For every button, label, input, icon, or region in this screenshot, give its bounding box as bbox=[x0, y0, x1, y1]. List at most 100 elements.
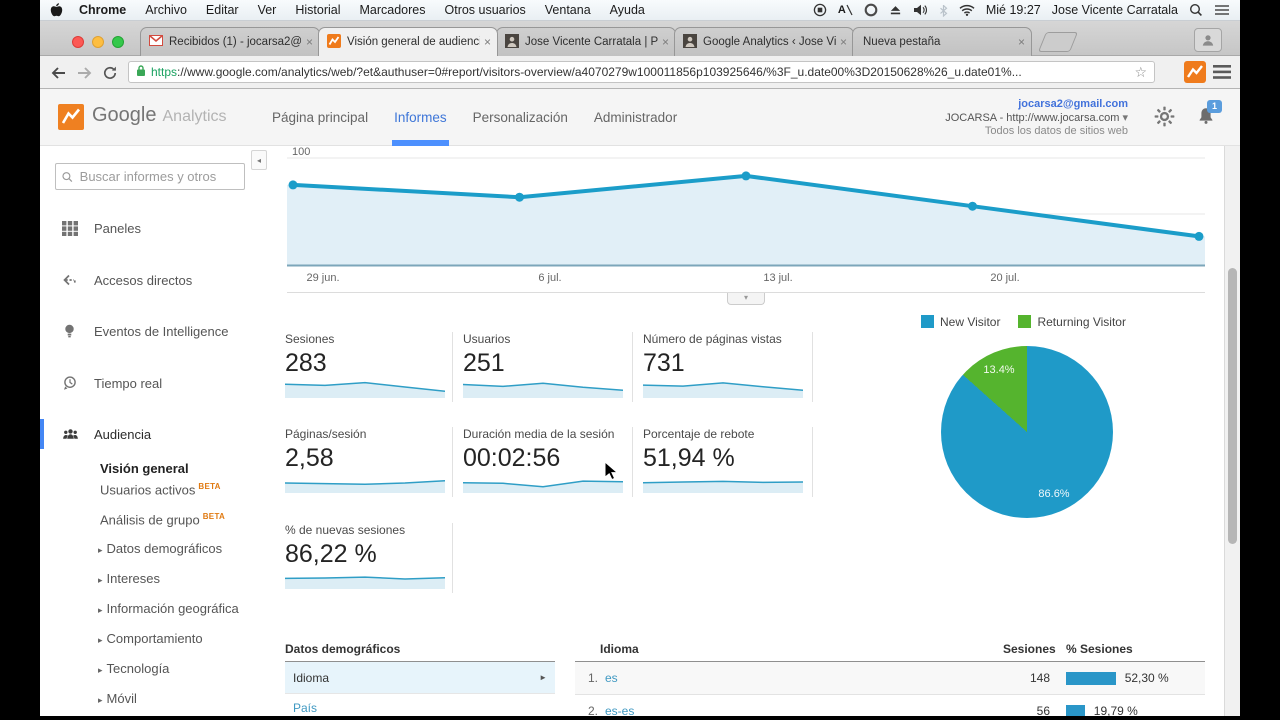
sidebar-item-audiencia[interactable]: Audiencia bbox=[40, 417, 284, 451]
table-row[interactable]: 2. es-es 56 19,79 % bbox=[575, 695, 1205, 716]
metric-nuevas-sesiones[interactable]: % de nuevas sesiones 86,22 % bbox=[285, 523, 445, 593]
metric-usuarios[interactable]: Usuarios 251 bbox=[463, 332, 623, 402]
menubar-clock[interactable]: Mié 19:27 bbox=[986, 3, 1041, 17]
avatar-favicon bbox=[505, 33, 519, 51]
notifications-bell-icon[interactable]: 1 bbox=[1196, 100, 1222, 131]
tab-analytics-overview[interactable]: Visión general de audienci × bbox=[318, 27, 498, 56]
menu-chrome[interactable]: Chrome bbox=[79, 3, 126, 17]
expander-icon: ▸ bbox=[98, 635, 103, 645]
volume-icon[interactable] bbox=[913, 4, 928, 16]
creative-cloud-icon[interactable] bbox=[864, 3, 878, 17]
subnav-comportamiento[interactable]: ▸ Comportamiento bbox=[40, 629, 284, 649]
report-search-box[interactable] bbox=[55, 163, 245, 190]
table-header-pct-sesiones[interactable]: % Sesiones bbox=[1066, 642, 1133, 656]
legend-new-visitor[interactable]: New Visitor bbox=[921, 315, 1000, 329]
tab-new-tab-page[interactable]: Nueva pestaña × bbox=[852, 27, 1032, 56]
metric-porcentaje-rebote[interactable]: Porcentaje de rebote 51,94 % bbox=[643, 427, 803, 497]
sessions-line-chart[interactable] bbox=[287, 148, 1205, 268]
bookmark-star-icon[interactable]: ☆ bbox=[1134, 64, 1147, 81]
close-window-button[interactable] bbox=[72, 36, 84, 48]
subnav-movil[interactable]: ▸ Móvil bbox=[40, 689, 284, 709]
table-header-sesiones[interactable]: Sesiones bbox=[1003, 642, 1056, 656]
row-language-link[interactable]: es-es bbox=[605, 704, 634, 716]
tab-title: Recibidos (1) - jocarsa2@g bbox=[169, 36, 302, 48]
search-input[interactable] bbox=[77, 168, 238, 185]
reload-button[interactable] bbox=[100, 63, 120, 83]
menu-otros-usuarios[interactable]: Otros usuarios bbox=[445, 3, 526, 17]
metric-duracion-sesion[interactable]: Duración media de la sesión 00:02:56 bbox=[463, 427, 623, 497]
subnav-usuarios-activos[interactable]: Usuarios activos BETA bbox=[40, 477, 284, 497]
nav-personalizacion[interactable]: Personalización bbox=[473, 89, 568, 146]
tab-close-icon[interactable]: × bbox=[1018, 35, 1025, 49]
eject-icon[interactable] bbox=[889, 4, 902, 16]
input-source-icon[interactable]: A bbox=[838, 4, 853, 16]
chrome-menu-icon[interactable] bbox=[1212, 63, 1232, 81]
page-scrollbar[interactable] bbox=[1224, 146, 1240, 716]
sidebar-item-tiempo-real[interactable]: Tiempo real bbox=[40, 366, 284, 400]
wifi-icon[interactable] bbox=[959, 4, 975, 16]
spotlight-icon[interactable] bbox=[1189, 3, 1203, 17]
minimize-window-button[interactable] bbox=[92, 36, 104, 48]
metric-separator bbox=[812, 332, 813, 402]
subnav-tecnologia[interactable]: ▸ Tecnología bbox=[40, 659, 284, 679]
subnav-analisis-grupo[interactable]: Análisis de grupo BETA bbox=[40, 507, 284, 527]
tab-analytics-home[interactable]: Google Analytics ‹ Jose Vic × bbox=[674, 27, 854, 56]
forward-button[interactable] bbox=[74, 63, 94, 83]
tab-close-icon[interactable]: × bbox=[840, 35, 847, 49]
metric-paginas-vistas[interactable]: Número de páginas vistas 731 bbox=[643, 332, 803, 402]
metric-paginas-sesion[interactable]: Páginas/sesión 2,58 bbox=[285, 427, 445, 497]
subnav-datos-demograficos[interactable]: ▸ Datos demográficos bbox=[40, 539, 284, 559]
metric-label: Duración media de la sesión bbox=[463, 427, 615, 441]
bluetooth-icon[interactable] bbox=[939, 4, 948, 17]
metric-sesiones[interactable]: Sesiones 283 bbox=[285, 332, 445, 402]
menu-ver[interactable]: Ver bbox=[258, 3, 277, 17]
sidebar-item-paneles[interactable]: Paneles bbox=[40, 211, 284, 245]
nav-informes[interactable]: Informes bbox=[392, 89, 449, 146]
settings-gear-icon[interactable] bbox=[1154, 106, 1175, 132]
account-selector[interactable]: jocarsa2@gmail.com JOCARSA - http://www.… bbox=[945, 98, 1128, 139]
menu-historial[interactable]: Historial bbox=[295, 3, 340, 17]
menu-ventana[interactable]: Ventana bbox=[545, 3, 591, 17]
tab-profile-page[interactable]: Jose Vicente Carratala | Pr × bbox=[496, 27, 676, 56]
scrollbar-thumb[interactable] bbox=[1228, 268, 1237, 544]
notification-center-icon[interactable] bbox=[1214, 4, 1230, 16]
tab-close-icon[interactable]: × bbox=[484, 35, 491, 49]
new-tab-button[interactable] bbox=[1037, 32, 1079, 52]
x-axis-label: 13 jul. bbox=[763, 272, 793, 284]
sidebar-item-eventos-intelligence[interactable]: Eventos de Intelligence bbox=[40, 314, 284, 348]
menu-editar[interactable]: Editar bbox=[206, 3, 239, 17]
tab-title: Visión general de audienci bbox=[347, 36, 480, 48]
screen-record-icon[interactable] bbox=[813, 3, 827, 17]
row-language-link[interactable]: es bbox=[605, 671, 618, 685]
legend-returning-visitor[interactable]: Returning Visitor bbox=[1018, 315, 1126, 329]
subnav-intereses[interactable]: ▸ Intereses bbox=[40, 569, 284, 589]
chart-expand-handle[interactable]: ▾ bbox=[727, 293, 765, 305]
nav-administrador[interactable]: Administrador bbox=[594, 89, 677, 146]
beta-badge: BETA bbox=[198, 482, 221, 491]
zoom-window-button[interactable] bbox=[112, 36, 124, 48]
analytics-extension-icon[interactable] bbox=[1184, 61, 1206, 83]
tab-close-icon[interactable]: × bbox=[662, 35, 669, 49]
table-row[interactable]: 1. es 148 52,30 % bbox=[575, 662, 1205, 695]
ga-logo[interactable]: Google Analytics bbox=[58, 104, 227, 130]
menu-marcadores[interactable]: Marcadores bbox=[360, 3, 426, 17]
browser-profile-button[interactable] bbox=[1194, 28, 1222, 52]
visitor-type-pie-chart[interactable]: 13.4% 86.6% bbox=[941, 346, 1113, 518]
sidebar-collapse-button[interactable]: ◂ bbox=[251, 150, 267, 170]
tab-close-icon[interactable]: × bbox=[306, 35, 313, 49]
tab-gmail[interactable]: Recibidos (1) - jocarsa2@g × bbox=[140, 27, 320, 56]
address-bar[interactable]: https ://www.google.com/analytics/web/?e… bbox=[128, 61, 1155, 83]
nav-pagina-principal[interactable]: Página principal bbox=[272, 89, 368, 146]
dimension-pais[interactable]: País bbox=[285, 696, 555, 716]
subnav-informacion-geografica[interactable]: ▸ Información geográfica bbox=[40, 599, 284, 619]
menu-archivo[interactable]: Archivo bbox=[145, 3, 187, 17]
table-header-idioma[interactable]: Idioma bbox=[600, 642, 639, 656]
back-button[interactable] bbox=[48, 63, 68, 83]
pie-legend: New Visitor Returning Visitor bbox=[921, 315, 1126, 329]
menu-ayuda[interactable]: Ayuda bbox=[610, 3, 645, 17]
dimension-idioma[interactable]: Idioma ► bbox=[285, 662, 555, 694]
subnav-vision-general[interactable]: Visión general bbox=[40, 459, 284, 479]
sidebar-item-accesos-directos[interactable]: Accesos directos bbox=[40, 263, 284, 297]
menubar-username[interactable]: Jose Vicente Carratala bbox=[1052, 3, 1178, 17]
apple-icon[interactable] bbox=[50, 2, 63, 18]
